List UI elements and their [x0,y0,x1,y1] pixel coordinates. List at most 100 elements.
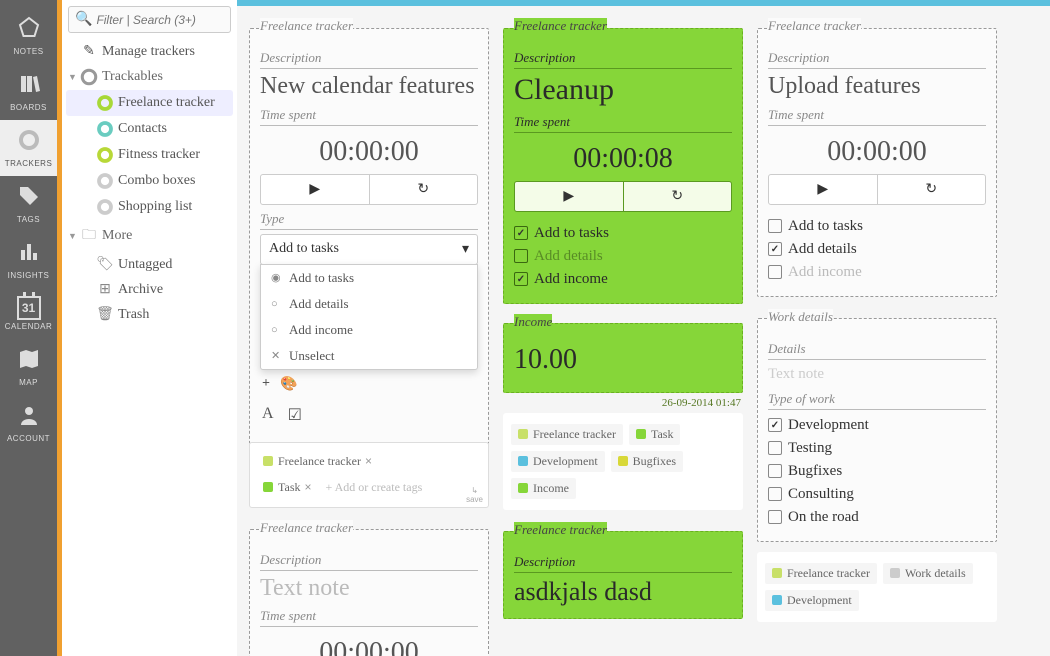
sidebar-item-trackers[interactable]: TRACKERS [0,120,57,176]
caret-down-icon: ▼ [68,231,80,241]
dropdown-option[interactable]: ✕Unselect [261,343,477,369]
play-button[interactable]: ▶ [769,175,877,204]
tag-container: Freelance tracker Work details Development [757,552,997,622]
palette-icon[interactable]: 🎨 [280,376,297,393]
dropdown-option[interactable]: ○Add details [261,291,477,317]
archive-icon: ⊞ [96,281,114,298]
checkbox-row[interactable]: ✓Add to tasks [514,222,732,245]
income-value[interactable]: 10.00 [514,340,732,380]
tag[interactable]: Task [629,424,681,445]
refresh-button[interactable]: ↻ [623,182,732,211]
sidebar-item-account[interactable]: ACCOUNT [0,395,57,451]
sidebar-item-insights[interactable]: INSIGHTS [0,232,57,288]
card-title-placeholder[interactable]: Text note [260,575,478,603]
checkbox-row[interactable]: ✓Development [768,414,986,437]
label-time-spent: Time spent [514,114,732,130]
checkbox-row[interactable]: Add details [514,245,732,268]
tree-item[interactable]: Fitness tracker [66,142,233,168]
tag[interactable]: Task× [258,477,317,498]
sidebar-item-map[interactable]: MAP [0,339,57,395]
card-tracker-name: Freelance tracker [260,18,353,34]
label-time-spent: Time spent [260,107,478,123]
search-input[interactable] [96,13,237,27]
tree-item[interactable]: Contacts [66,116,233,142]
pencil-icon: ✎ [80,43,98,60]
checkbox-icon [768,441,782,455]
search-bar[interactable]: 🔍 [68,6,231,33]
tag[interactable]: Work details [883,563,973,584]
dropdown-option[interactable]: ◉Add to tasks [261,265,477,291]
checkbox-row[interactable]: ✓Add income [514,268,732,291]
timer-display: 00:00:00 [260,130,478,174]
chevron-down-icon: ▾ [462,241,469,258]
tree-group-trackables[interactable]: ▼ Trackables [66,64,233,90]
refresh-button[interactable]: ↻ [877,175,986,204]
tag[interactable]: Bugfixes [611,451,683,472]
play-button[interactable]: ▶ [515,182,623,211]
close-icon: ✕ [271,349,289,362]
card-title[interactable]: Cleanup [514,73,732,108]
checkbox-icon [768,510,782,524]
tracker-card: Freelance tracker Description New calend… [249,20,489,444]
card-title[interactable]: New calendar features [260,73,478,101]
tag-remove-icon[interactable]: × [305,480,312,494]
check-icon[interactable]: ☑ [288,405,302,425]
sidebar-item-calendar[interactable]: 31 CALENDAR [0,288,57,339]
tracker-card: Freelance tracker Description Text note … [249,522,489,656]
card-title[interactable]: Upload features [768,73,986,101]
save-button[interactable]: ↳save [466,486,483,504]
tree-item[interactable]: 🏷Untagged [66,252,233,277]
timer-display: 00:00:00 [260,631,478,656]
dropdown-option[interactable]: ○Add income [261,317,477,343]
checkbox-row[interactable]: Bugfixes [768,460,986,483]
play-button[interactable]: ▶ [261,175,369,204]
checkbox-icon: ✓ [514,272,528,286]
radio-unchecked-icon: ○ [271,298,289,310]
card-tracker-name: Freelance tracker [514,18,607,34]
type-select[interactable]: Add to tasks ▾ [260,234,478,265]
refresh-button[interactable]: ↻ [369,175,478,204]
ring-icon [96,120,114,138]
ring-icon [96,146,114,164]
sidebar-item-boards[interactable]: BOARDS [0,64,57,120]
sidebar-item-tags[interactable]: TAGS [0,176,57,232]
tree-item[interactable]: Shopping list [66,194,233,220]
details-placeholder[interactable]: Text note [768,364,986,385]
font-icon[interactable]: A [262,405,274,425]
tag[interactable]: Income [511,478,576,499]
caret-down-icon: ▼ [68,72,80,82]
label-description: Description [260,552,478,568]
label-description: Description [514,554,732,570]
checkbox-icon [768,265,782,279]
map-icon [17,347,41,376]
folder-icon: 🗀 [80,224,98,248]
checkbox-row[interactable]: Testing [768,437,986,460]
tree-item[interactable]: ⊞Archive [66,277,233,302]
checkbox-icon [768,464,782,478]
add-tags-input[interactable]: + Add or create tags [323,477,426,498]
tag[interactable]: Freelance tracker [765,563,877,584]
checkbox-row[interactable]: Consulting [768,483,986,506]
tag[interactable]: Development [511,451,605,472]
tag-remove-icon[interactable]: × [365,454,372,468]
checkbox-row[interactable]: ✓Add details [768,238,986,261]
tag[interactable]: Freelance tracker [511,424,623,445]
add-icon[interactable]: + [262,376,270,393]
tree-item[interactable]: Freelance tracker [66,90,233,116]
label-details: Details [768,341,986,357]
checkbox-row[interactable]: Add to tasks [768,215,986,238]
tree-item[interactable]: Combo boxes [66,168,233,194]
pentagon-icon [17,16,41,45]
tree-manage-trackers[interactable]: ✎ Manage trackers [66,39,233,64]
tag[interactable]: Development [765,590,859,611]
sidebar-item-notes[interactable]: NOTES [0,8,57,64]
tree-item[interactable]: 🗑Trash [66,302,233,327]
tag[interactable]: Freelance tracker× [258,452,377,471]
tree-group-more[interactable]: ▼ 🗀 More [66,220,233,252]
checkbox-row[interactable]: On the road [768,506,986,529]
search-icon: 🔍 [75,11,92,28]
label-description: Description [768,50,986,66]
card-tracker-name: Freelance tracker [514,522,607,538]
checkbox-row[interactable]: Add income [768,261,986,284]
card-title[interactable]: asdkjals dasd [514,577,732,607]
